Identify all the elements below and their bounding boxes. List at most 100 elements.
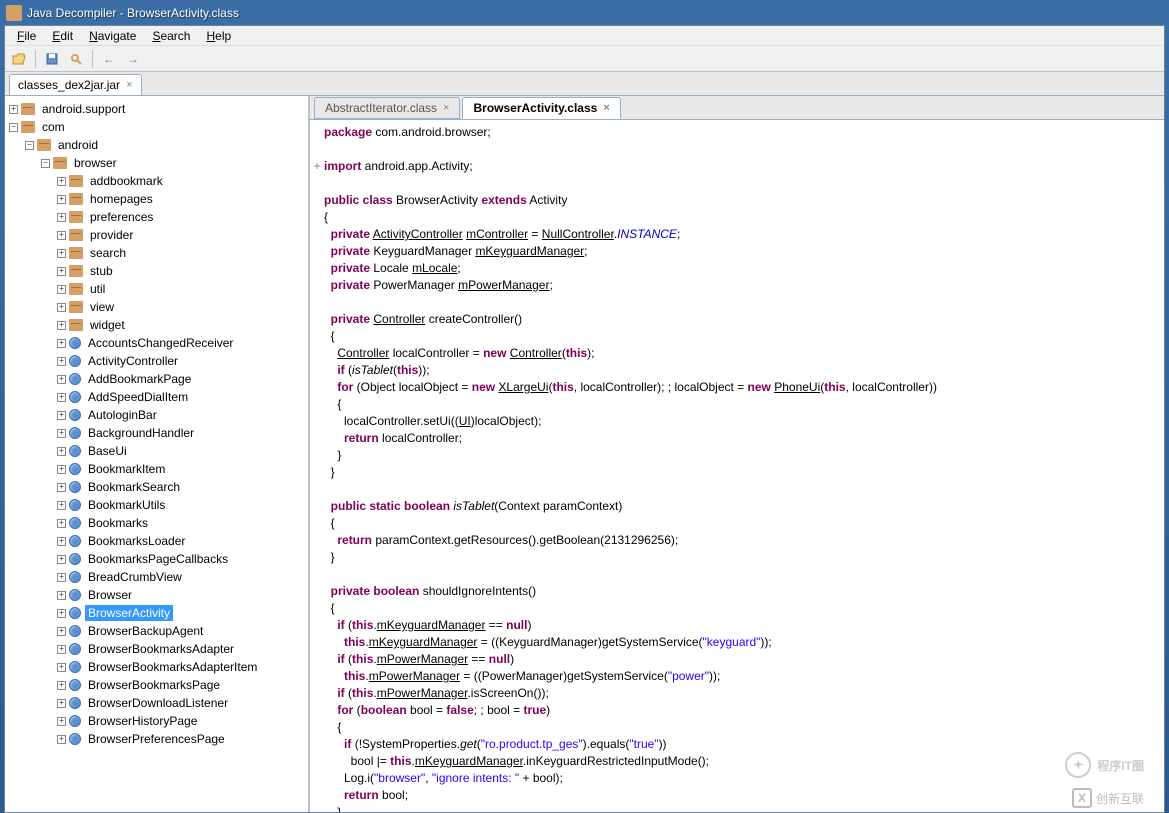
tree-package-node[interactable]: +preferences xyxy=(5,208,308,226)
editor-tab[interactable]: AbstractIterator.class × xyxy=(314,97,460,119)
tree-class-node[interactable]: +BaseUi xyxy=(5,442,308,460)
tree-class-node[interactable]: +BrowserBackupAgent xyxy=(5,622,308,640)
tree-class-node[interactable]: +BookmarksLoader xyxy=(5,532,308,550)
menu-navigate[interactable]: Navigate xyxy=(81,27,144,45)
save-button[interactable] xyxy=(42,49,62,69)
expand-toggle[interactable]: + xyxy=(57,249,66,258)
expand-toggle[interactable]: + xyxy=(57,267,66,276)
expand-toggle[interactable]: + xyxy=(57,375,66,384)
expand-toggle[interactable]: + xyxy=(57,591,66,600)
tree-label: BookmarkUtils xyxy=(85,497,168,513)
open-button[interactable] xyxy=(9,49,29,69)
expand-toggle[interactable]: + xyxy=(9,105,18,114)
expand-toggle[interactable]: + xyxy=(57,339,66,348)
close-icon[interactable]: × xyxy=(126,79,132,91)
tree-package-node[interactable]: +provider xyxy=(5,226,308,244)
expand-toggle[interactable]: + xyxy=(57,555,66,564)
expand-toggle[interactable]: + xyxy=(57,447,66,456)
editor-tab[interactable]: BrowserActivity.class× xyxy=(462,97,620,119)
expand-toggle[interactable]: + xyxy=(57,573,66,582)
tree-class-node[interactable]: + BrowserBookmarksAdapterItem xyxy=(5,658,308,676)
tree-class-node[interactable]: +AddBookmarkPage xyxy=(5,370,308,388)
expand-toggle[interactable]: − xyxy=(9,123,18,132)
code-viewer[interactable]: package com.android.browser; +import and… xyxy=(310,120,1164,812)
tree-package-node[interactable]: +homepages xyxy=(5,190,308,208)
tree-class-node[interactable]: +BreadCrumbView xyxy=(5,568,308,586)
tree-class-node[interactable]: +BrowserHistoryPage xyxy=(5,712,308,730)
toolbar: ← → xyxy=(5,46,1164,72)
expand-toggle[interactable]: + xyxy=(57,483,66,492)
close-icon[interactable]: × xyxy=(603,102,609,114)
menu-help[interactable]: Help xyxy=(198,27,239,45)
expand-toggle[interactable]: + xyxy=(57,537,66,546)
tree-class-node[interactable]: +BrowserBookmarksPage xyxy=(5,676,308,694)
tree-class-node[interactable]: +BookmarksPageCallbacks xyxy=(5,550,308,568)
tree-package-node[interactable]: +stub xyxy=(5,262,308,280)
tree-label: BrowserBookmarksAdapterItem xyxy=(85,659,260,675)
expand-toggle[interactable]: + xyxy=(57,213,66,222)
expand-toggle[interactable]: + xyxy=(57,411,66,420)
tree-package-node[interactable]: +widget xyxy=(5,316,308,334)
tree-class-node[interactable]: +Browser xyxy=(5,586,308,604)
expand-toggle[interactable]: + xyxy=(57,231,66,240)
expand-toggle[interactable]: + xyxy=(57,645,66,654)
tree-package-node[interactable]: +android.support xyxy=(5,100,308,118)
expand-toggle[interactable]: + xyxy=(57,627,66,636)
expand-toggle[interactable]: + xyxy=(57,393,66,402)
expand-toggle[interactable]: + xyxy=(57,195,66,204)
back-button[interactable]: ← xyxy=(99,49,119,69)
editor-tabs: AbstractIterator.class×BrowserActivity.c… xyxy=(310,96,1164,120)
class-icon xyxy=(69,481,81,493)
menu-search[interactable]: Search xyxy=(144,27,198,45)
tree-class-node[interactable]: +BrowserActivity xyxy=(5,604,308,622)
expand-toggle[interactable]: − xyxy=(25,141,34,150)
expand-toggle[interactable]: + xyxy=(57,501,66,510)
tree-class-node[interactable]: +Bookmarks xyxy=(5,514,308,532)
tree-package-node[interactable]: +util xyxy=(5,280,308,298)
tree-package-node[interactable]: +view xyxy=(5,298,308,316)
expand-toggle[interactable]: + xyxy=(57,303,66,312)
expand-toggle[interactable]: + xyxy=(57,429,66,438)
expand-toggle[interactable]: + xyxy=(57,519,66,528)
tree-class-node[interactable]: +AutologinBar xyxy=(5,406,308,424)
expand-toggle[interactable]: − xyxy=(41,159,50,168)
tree-class-node[interactable]: +BackgroundHandler xyxy=(5,424,308,442)
tree-class-node[interactable]: +BrowserDownloadListener xyxy=(5,694,308,712)
forward-button[interactable]: → xyxy=(123,49,143,69)
expand-toggle[interactable]: + xyxy=(57,321,66,330)
tree-class-node[interactable]: +ActivityController xyxy=(5,352,308,370)
expand-toggle[interactable]: + xyxy=(57,735,66,744)
tree-sidebar[interactable]: +android.support−com−android−browser+add… xyxy=(5,96,310,812)
tree-class-node[interactable]: +BookmarkSearch xyxy=(5,478,308,496)
expand-toggle[interactable]: + xyxy=(57,465,66,474)
tree-class-node[interactable]: +BrowserBookmarksAdapter xyxy=(5,640,308,658)
expand-toggle[interactable]: + xyxy=(57,177,66,186)
tree-package-node[interactable]: +addbookmark xyxy=(5,172,308,190)
expand-toggle[interactable]: + xyxy=(57,681,66,690)
tree-package-node[interactable]: −browser xyxy=(5,154,308,172)
tree-package-node[interactable]: −android xyxy=(5,136,308,154)
class-icon xyxy=(69,733,81,745)
expand-toggle[interactable]: + xyxy=(57,357,66,366)
wechat-icon: ✦ xyxy=(1065,752,1091,778)
close-icon[interactable]: × xyxy=(443,102,449,114)
tree-class-node[interactable]: +BrowserPreferencesPage xyxy=(5,730,308,748)
tree-class-node[interactable]: +AccountsChangedReceiver xyxy=(5,334,308,352)
expand-toggle[interactable]: + xyxy=(57,699,66,708)
expand-toggle[interactable]: + xyxy=(57,663,66,672)
expand-toggle[interactable]: + xyxy=(57,609,66,618)
menu-file[interactable]: File xyxy=(9,27,44,45)
tree-class-node[interactable]: +BookmarkItem xyxy=(5,460,308,478)
class-icon xyxy=(69,391,81,403)
class-icon xyxy=(69,445,81,457)
tree-class-node[interactable]: + BookmarkUtils xyxy=(5,496,308,514)
file-tab[interactable]: classes_dex2jar.jar × xyxy=(9,74,142,95)
tree-package-node[interactable]: −com xyxy=(5,118,308,136)
expand-toggle[interactable]: + xyxy=(57,285,66,294)
tab-label: AbstractIterator.class xyxy=(325,101,437,115)
search-button[interactable] xyxy=(66,49,86,69)
tree-package-node[interactable]: +search xyxy=(5,244,308,262)
tree-class-node[interactable]: +AddSpeedDialItem xyxy=(5,388,308,406)
menu-edit[interactable]: Edit xyxy=(44,27,81,45)
expand-toggle[interactable]: + xyxy=(57,717,66,726)
